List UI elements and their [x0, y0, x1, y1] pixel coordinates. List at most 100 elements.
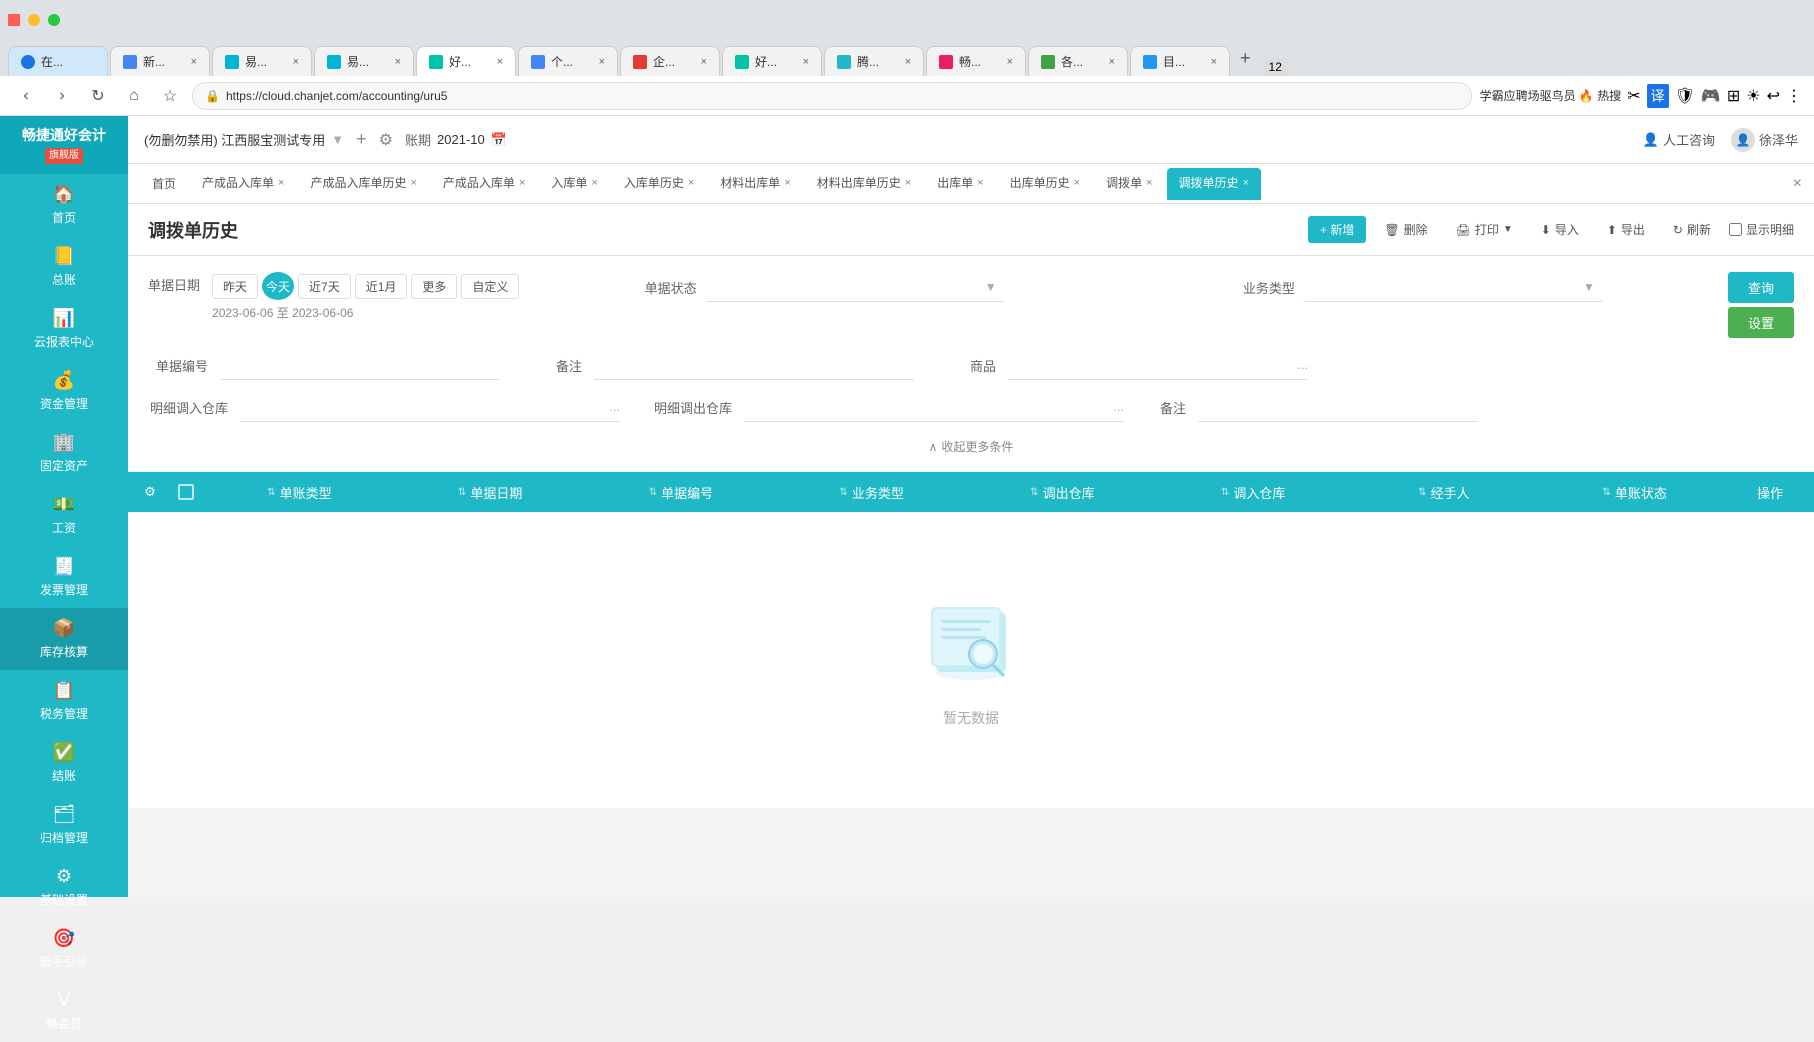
collapse-button[interactable]: ∧ 收起更多条件: [929, 438, 1014, 455]
tab-1[interactable]: 产成品入库单 ×: [190, 168, 296, 200]
search-bar[interactable]: 学霸应聘场驱鸟员 🔥 热搜: [1480, 87, 1622, 104]
th-handler[interactable]: ⇅ 经手人: [1349, 483, 1540, 502]
sidebar-item-tax[interactable]: 📋 税务管理: [0, 670, 128, 732]
tab-close-9[interactable]: ×: [1109, 56, 1115, 68]
tab-home[interactable]: 首页: [140, 175, 188, 192]
remark2-input[interactable]: [1198, 392, 1478, 422]
tab-10[interactable]: 调拨单 ×: [1094, 168, 1164, 200]
tab-9[interactable]: 出库单历史 ×: [998, 168, 1092, 200]
tab-close-10[interactable]: ×: [1211, 56, 1217, 68]
remark-input[interactable]: [594, 350, 914, 380]
forward-button[interactable]: ›: [48, 82, 76, 110]
sidebar-item-reports[interactable]: 📊 云报表中心: [0, 298, 128, 360]
th-doc-no[interactable]: ⇅ 单据编号: [586, 483, 777, 502]
date-btn-today[interactable]: 今天: [262, 272, 294, 300]
tab-close-6[interactable]: ×: [803, 56, 809, 68]
sidebar-item-home[interactable]: 🏠 首页: [0, 174, 128, 236]
date-btn-yesterday[interactable]: 昨天: [212, 274, 258, 299]
tab-11[interactable]: 调拨单历史 ×: [1167, 168, 1261, 200]
bookmark-button[interactable]: ☆: [156, 82, 184, 110]
tab-3[interactable]: 产成品入库单 ×: [431, 168, 537, 200]
period-selector[interactable]: 账期 2021-10 📅: [405, 130, 507, 149]
browser-tab-2[interactable]: 易... ×: [212, 46, 312, 76]
th-doc-status[interactable]: ⇅ 单账状态: [1539, 483, 1730, 502]
tab-close-4[interactable]: ×: [599, 56, 605, 68]
sidebar-item-assets[interactable]: 🏢 固定资产: [0, 422, 128, 484]
tab-close-page-6[interactable]: ×: [784, 177, 790, 189]
th-settings-icon[interactable]: ⚙: [132, 484, 168, 500]
date-btn-custom[interactable]: 自定义: [461, 274, 519, 299]
add-company-button[interactable]: +: [356, 129, 367, 150]
date-btn-1month[interactable]: 近1月: [355, 274, 408, 299]
export-button[interactable]: ⬆ 导出: [1597, 217, 1655, 242]
new-button[interactable]: + 新增: [1308, 216, 1366, 243]
query-button[interactable]: 查询: [1728, 272, 1794, 303]
delete-button[interactable]: 🗑 删除: [1374, 217, 1437, 242]
filter-settings-button[interactable]: 设置: [1728, 307, 1794, 338]
tab-close-page-1[interactable]: ×: [278, 177, 284, 189]
user-info[interactable]: 👤 徐泽华: [1731, 128, 1798, 152]
tab-close-page-11[interactable]: ×: [1243, 177, 1249, 189]
display-detail-checkbox[interactable]: [1729, 223, 1742, 236]
status-select[interactable]: ▼: [705, 272, 1005, 302]
th-doc-type[interactable]: ⇅ 单账类型: [204, 483, 395, 502]
sidebar-item-inventory[interactable]: 📦 库存核算: [0, 608, 128, 670]
tab-4[interactable]: 入库单 ×: [539, 168, 609, 200]
sidebar-item-member[interactable]: V 畅会员: [0, 980, 128, 1042]
out-warehouse-selector[interactable]: ...: [744, 392, 1124, 422]
browser-tab-5[interactable]: 个... ×: [518, 46, 618, 76]
th-doc-date[interactable]: ⇅ 单据日期: [395, 483, 586, 502]
undo-icon[interactable]: ↩: [1767, 86, 1780, 106]
game-icon[interactable]: 🎮: [1701, 86, 1721, 106]
select-all-checkbox[interactable]: [178, 484, 194, 500]
tab-close-7[interactable]: ×: [905, 56, 911, 68]
tab-close-page-5[interactable]: ×: [688, 177, 694, 189]
tab-close-page-7[interactable]: ×: [905, 177, 911, 189]
tab-close-page-10[interactable]: ×: [1146, 177, 1152, 189]
browser-tab-1[interactable]: 新... ×: [110, 46, 210, 76]
date-btn-7days[interactable]: 近7天: [298, 274, 351, 299]
tab-close-0[interactable]: ×: [191, 56, 197, 68]
browser-tab-9[interactable]: 畅... ×: [926, 46, 1026, 76]
tab-close-8[interactable]: ×: [1007, 56, 1013, 68]
tab-close-page-2[interactable]: ×: [410, 177, 416, 189]
tab-5[interactable]: 入库单历史 ×: [612, 168, 706, 200]
tab-close-page-9[interactable]: ×: [1074, 177, 1080, 189]
display-detail-toggle[interactable]: 显示明细: [1729, 221, 1794, 238]
grid-icon[interactable]: ⊞: [1727, 86, 1740, 106]
tab-close-2[interactable]: ×: [395, 56, 401, 68]
browser-tab-6[interactable]: 企... ×: [620, 46, 720, 76]
sidebar-item-archive[interactable]: 🗂 归档管理: [0, 794, 128, 856]
goods-selector[interactable]: ...: [1008, 350, 1308, 380]
tab-close-page-3[interactable]: ×: [519, 177, 525, 189]
tab-close-1[interactable]: ×: [293, 56, 299, 68]
menu-icon[interactable]: ⋮: [1786, 86, 1802, 106]
tab-close-3[interactable]: ×: [497, 56, 503, 68]
sidebar-item-close[interactable]: ✅ 结账: [0, 732, 128, 794]
sidebar-item-funds[interactable]: 💰 资金管理: [0, 360, 128, 422]
customer-service[interactable]: 👤 人工咨询: [1643, 130, 1715, 149]
tab-close-page-8[interactable]: ×: [977, 177, 983, 189]
browser-tab-7[interactable]: 好... ×: [722, 46, 822, 76]
tab-2[interactable]: 产成品入库单历史 ×: [298, 168, 428, 200]
browser-tab-0[interactable]: 在...: [8, 46, 108, 76]
th-checkbox[interactable]: [168, 484, 204, 500]
browser-tab-3[interactable]: 易... ×: [314, 46, 414, 76]
close-all-button[interactable]: ×: [1793, 175, 1802, 193]
url-bar[interactable]: 🔒 https://cloud.chanjet.com/accounting/u…: [192, 82, 1472, 110]
th-biz-type[interactable]: ⇅ 业务类型: [776, 483, 967, 502]
import-button[interactable]: ⬇ 导入: [1531, 217, 1589, 242]
tab-6[interactable]: 材料出库单 ×: [708, 168, 802, 200]
biz-select[interactable]: ▼: [1303, 272, 1603, 302]
sidebar-item-guide[interactable]: 🎯 新手引导: [0, 918, 128, 980]
sidebar-item-settings[interactable]: ⚙ 基础设置: [0, 856, 128, 918]
in-warehouse-selector[interactable]: ...: [240, 392, 620, 422]
home-button[interactable]: ⌂: [120, 82, 148, 110]
sidebar-item-invoice[interactable]: 🧾 发票管理: [0, 546, 128, 608]
th-out-warehouse[interactable]: ⇅ 调出仓库: [967, 483, 1158, 502]
sidebar-item-ledger[interactable]: 📒 总账: [0, 236, 128, 298]
new-tab-button[interactable]: +: [1232, 48, 1259, 69]
date-btn-more[interactable]: 更多: [411, 274, 457, 299]
doc-no-input[interactable]: [220, 350, 500, 380]
refresh-button[interactable]: ↻: [84, 82, 112, 110]
